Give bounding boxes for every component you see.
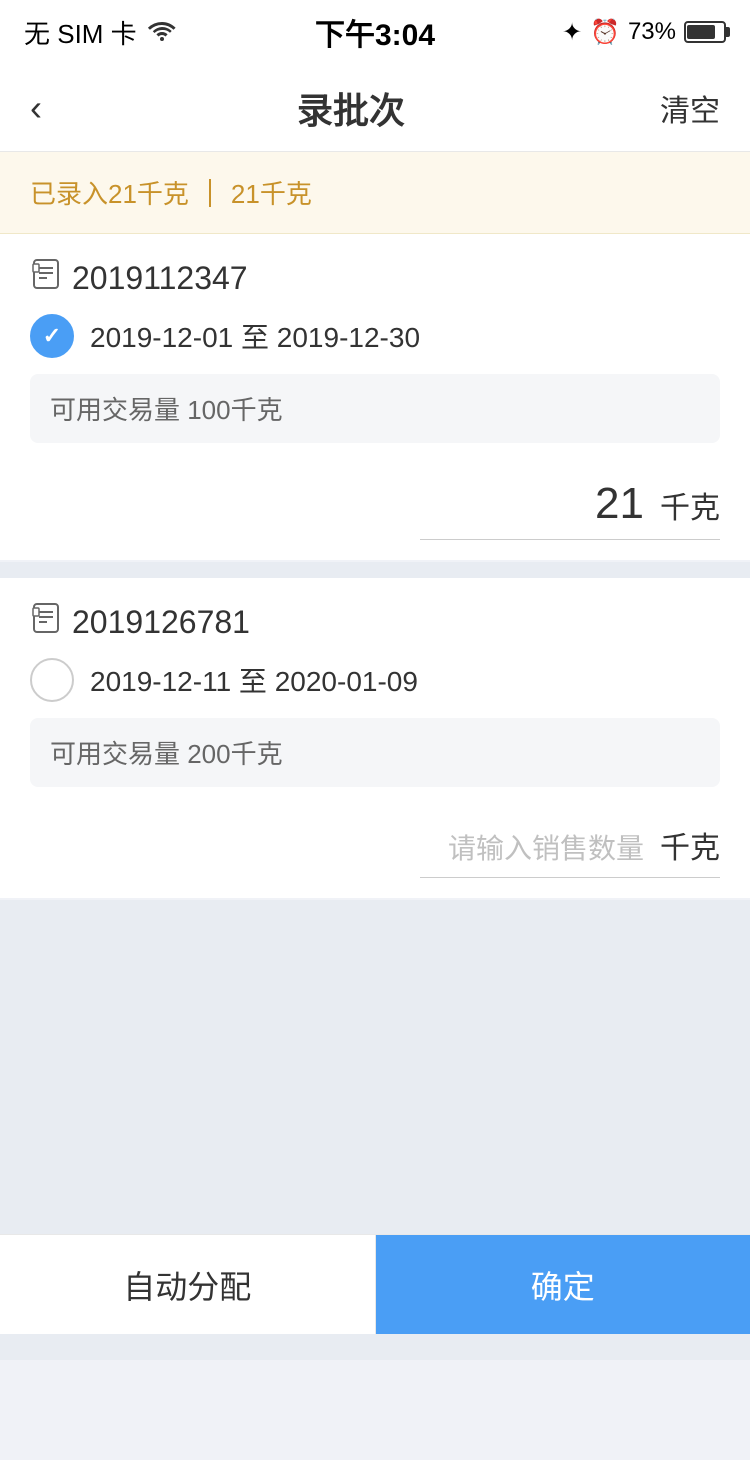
batch-2-date: 2019-12-11 至 2020-01-09: [90, 660, 418, 700]
status-left: 无 SIM 卡: [24, 14, 177, 51]
alarm-icon: ⏰: [590, 18, 620, 47]
batch-1-quantity-unit: 千克: [660, 483, 720, 527]
summary-entered-label: 已录入21千克: [30, 174, 189, 211]
batch-1-id: 2019112347: [72, 260, 248, 297]
batch-1-quantity-value: 21: [595, 479, 644, 529]
status-bar: 无 SIM 卡 下午3:04 ✦ ⏰ 73%: [0, 0, 750, 64]
batch-1-radio[interactable]: ✓: [30, 314, 74, 358]
batch-card-2-inner: 2019126781 2019-12-11 至 2020-01-09 可用交易量…: [0, 578, 750, 807]
status-right: ✦ ⏰ 73%: [562, 18, 726, 47]
status-time: 下午3:04: [315, 10, 435, 54]
auto-distribute-button[interactable]: 自动分配: [0, 1235, 376, 1334]
carrier-label: 无 SIM 卡: [24, 14, 137, 51]
batch-1-quantity-block: 21 千克: [0, 463, 750, 539]
section-divider: [0, 562, 750, 578]
batch-2-input-underline: [0, 877, 750, 898]
batch-2-input-unit: 千克: [660, 823, 720, 867]
batch-1-underline-line: [420, 539, 720, 540]
page-title: 录批次: [297, 82, 405, 134]
nav-bar: ‹ 录批次 清空: [0, 64, 750, 152]
batch-2-id: 2019126781: [72, 604, 250, 641]
bottom-bar: 自动分配 确定: [0, 1234, 750, 1334]
batch-1-header: 2019112347: [30, 258, 720, 298]
batch-1-date: 2019-12-01 至 2019-12-30: [90, 316, 420, 356]
batch-card-1: 2019112347 ✓ 2019-12-01 至 2019-12-30 可用交…: [0, 234, 750, 560]
summary-amount: 21千克: [231, 174, 312, 211]
batch-2-radio[interactable]: [30, 658, 74, 702]
batch-2-icon: [30, 602, 62, 642]
batch-1-check-icon: ✓: [43, 323, 61, 349]
summary-banner: 已录入21千克 21千克: [0, 152, 750, 234]
wifi-icon: [147, 17, 177, 48]
batch-2-header: 2019126781: [30, 602, 720, 642]
batch-card-1-inner: 2019112347 ✓ 2019-12-01 至 2019-12-30 可用交…: [0, 234, 750, 463]
batch-2-input-block: 请输入销售数量 千克: [0, 807, 750, 877]
summary-divider: [209, 179, 211, 207]
location-icon: ✦: [562, 18, 582, 47]
batch-card-2: 2019126781 2019-12-11 至 2020-01-09 可用交易量…: [0, 578, 750, 898]
battery-percent: 73%: [628, 18, 676, 46]
battery-icon: [684, 21, 726, 43]
batch-1-icon: [30, 258, 62, 298]
batch-1-available: 可用交易量 100千克: [30, 374, 720, 443]
batch-1-underline: [0, 539, 750, 560]
batch-2-date-row[interactable]: 2019-12-11 至 2020-01-09: [30, 658, 720, 702]
back-button[interactable]: ‹: [30, 87, 42, 129]
confirm-button[interactable]: 确定: [376, 1235, 750, 1334]
clear-button[interactable]: 清空: [660, 86, 720, 130]
batch-1-date-row[interactable]: ✓ 2019-12-01 至 2019-12-30: [30, 314, 720, 358]
batch-2-input-line: [420, 877, 720, 878]
batch-2-available: 可用交易量 200千克: [30, 718, 720, 787]
batch-2-input-placeholder: 请输入销售数量: [448, 827, 644, 867]
